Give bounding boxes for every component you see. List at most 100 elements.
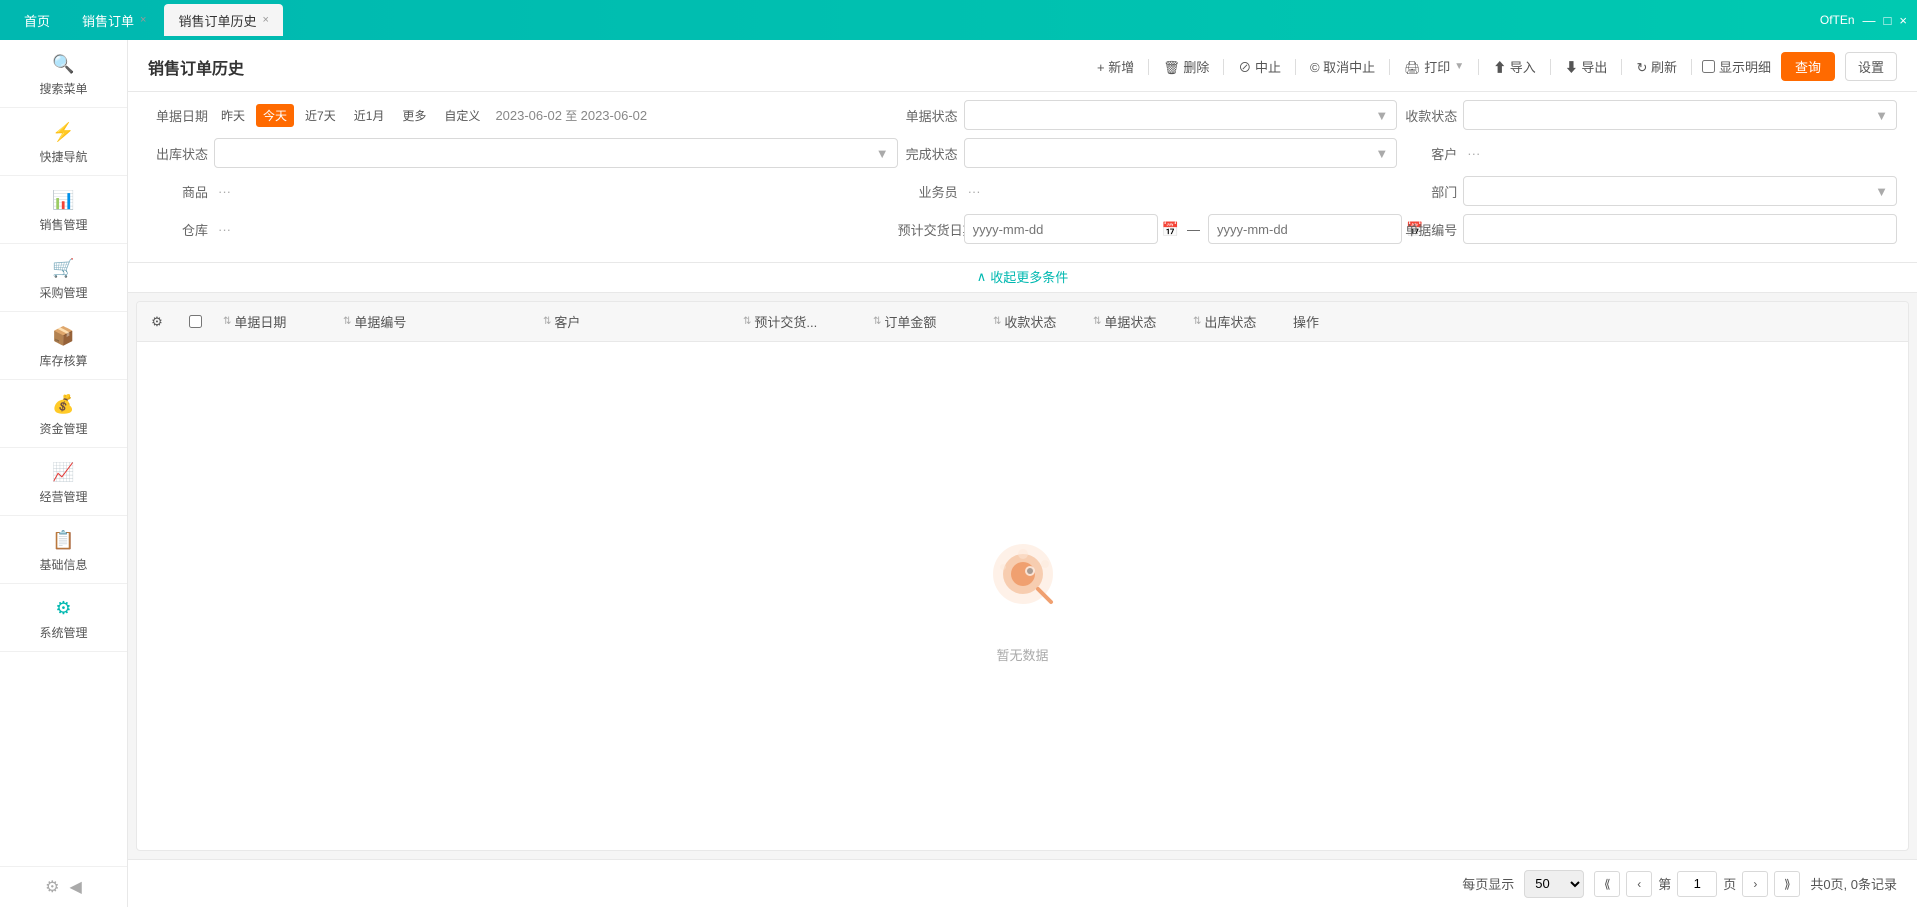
salesperson-label: 业务员 (898, 182, 958, 201)
th-customer[interactable]: ⇅ 客户 (533, 312, 733, 331)
refresh-button[interactable]: ↻ 刷新 (1632, 55, 1681, 78)
sort-icon-amount: ⇅ (873, 316, 881, 327)
sort-icon-orderno: ⇅ (343, 316, 351, 327)
filter-order-status: 单据状态 ▼ (898, 100, 1398, 130)
th-order-no[interactable]: ⇅ 单据编号 (333, 312, 533, 331)
sidebar-item-purchase-mgmt-label: 采购管理 (39, 284, 87, 301)
sort-icon-order: ⇅ (1093, 316, 1101, 327)
sidebar-item-inventory-label: 库存核算 (39, 352, 87, 369)
payment-status-dropdown-icon: ▼ (1875, 108, 1888, 123)
settings-button[interactable]: 设置 (1845, 52, 1897, 81)
order-no-input[interactable] (1463, 214, 1897, 244)
filter-delivery-status: 出库状态 ▼ (148, 138, 898, 168)
customer-dots[interactable]: ··· (1463, 146, 1484, 161)
sidebar-item-quick-nav-label: 快捷导航 (39, 148, 87, 165)
tab-sales-order-label: 销售订单 (82, 11, 134, 30)
date-quick-1month[interactable]: 近1月 (347, 104, 392, 127)
sidebar-expand-icon[interactable]: ◀ (70, 877, 82, 897)
delivery-date-end[interactable] (1208, 214, 1402, 244)
filter-completion-status: 完成状态 ▼ (898, 138, 1398, 168)
topbar-closeall[interactable]: × (1899, 13, 1907, 28)
th-order-status[interactable]: ⇅ 单据状态 (1083, 312, 1183, 331)
collapse-row[interactable]: ∧ 收起更多条件 (128, 263, 1917, 293)
salesperson-dots[interactable]: ··· (964, 184, 985, 199)
date-quick-more[interactable]: 更多 (395, 104, 433, 127)
date-quick-custom[interactable]: 自定义 (437, 104, 487, 127)
th-delivery[interactable]: ⇅ 预计交货... (733, 312, 863, 331)
th-amount[interactable]: ⇅ 订单金额 (863, 312, 983, 331)
sidebar-settings-icon[interactable]: ⚙ (45, 877, 59, 897)
delivery-status-select[interactable]: ▼ (214, 138, 898, 168)
th-checkbox[interactable] (177, 315, 213, 328)
department-select[interactable]: ▼ (1463, 176, 1897, 206)
date-separator: — (1183, 222, 1204, 237)
tab-sales-order-history-close[interactable]: × (262, 14, 268, 26)
export-button[interactable]: ⬇ 导出 (1561, 55, 1612, 78)
th-delivery-status[interactable]: ⇅ 出库状态 (1183, 312, 1283, 331)
tab-home[interactable]: 首页 (10, 4, 64, 36)
payment-status-select[interactable]: ▼ (1463, 100, 1897, 130)
topbar-minimize[interactable]: □ (1884, 13, 1892, 28)
sidebar-item-funds-mgmt-label: 资金管理 (39, 420, 87, 437)
cancel-stop-label: © 取消中止 (1310, 57, 1375, 76)
th-date[interactable]: ⇅ 单据日期 (213, 312, 333, 331)
display-checkbox[interactable] (1702, 60, 1715, 73)
sidebar-item-sys-mgmt[interactable]: ⚙ 系统管理 (0, 584, 127, 652)
table-header: ⚙ ⇅ 单据日期 ⇅ 单据编号 ⇅ 客户 ⇅ (137, 302, 1908, 342)
print-button[interactable]: 🖨 打印 ▼ (1400, 55, 1468, 78)
page-next-btn[interactable]: › (1742, 871, 1768, 897)
import-button[interactable]: ⬆ 导入 (1489, 55, 1540, 78)
tab-home-label: 首页 (24, 11, 50, 30)
page-input[interactable] (1677, 871, 1717, 897)
stop-button[interactable]: ⊘ 中止 (1234, 55, 1285, 78)
inventory-icon: 📦 (52, 326, 74, 347)
sidebar-item-basic-info[interactable]: 📋 基础信息 (0, 516, 127, 584)
page-prev-btn[interactable]: ‹ (1626, 871, 1652, 897)
delete-button[interactable]: 🗑 删除 (1159, 55, 1213, 78)
stop-label: ⊘ 中止 (1238, 57, 1281, 76)
page-last-btn[interactable]: ⟫ (1774, 871, 1800, 897)
empty-illustration (973, 529, 1073, 629)
th-delivery-status-label: 出库状态 (1204, 312, 1256, 331)
date-quick-yesterday[interactable]: 昨天 (214, 104, 252, 127)
completion-status-label: 完成状态 (898, 144, 958, 163)
cancel-stop-button[interactable]: © 取消中止 (1306, 55, 1379, 78)
new-button[interactable]: + 新增 (1093, 55, 1138, 78)
sidebar-item-search-menu[interactable]: 🔍 搜索菜单 (0, 40, 127, 108)
page-size-label: 每页显示 (1462, 874, 1514, 893)
tab-sales-order-history-label: 销售订单历史 (178, 11, 256, 30)
order-status-select[interactable]: ▼ (964, 100, 1398, 130)
sidebar-item-inventory[interactable]: 📦 库存核算 (0, 312, 127, 380)
filter-date: 单据日期 昨天 今天 近7天 近1月 更多 自定义 2023-06-02 至 (148, 104, 898, 127)
sort-icon-delivery-status: ⇅ (1193, 316, 1201, 327)
sidebar-item-sales-mgmt[interactable]: 📊 销售管理 (0, 176, 127, 244)
date-quick-7days[interactable]: 近7天 (298, 104, 343, 127)
topbar-close[interactable]: — (1863, 13, 1876, 28)
print-dropdown-icon[interactable]: ▼ (1454, 61, 1464, 72)
table-area: ⚙ ⇅ 单据日期 ⇅ 单据编号 ⇅ 客户 ⇅ (136, 301, 1909, 851)
date-quick-today[interactable]: 今天 (256, 104, 294, 127)
page-size-select[interactable]: 50 10 20 100 (1524, 870, 1584, 898)
sidebar-item-quick-nav[interactable]: ⚡ 快捷导航 (0, 108, 127, 176)
display-toggle: 显示明细 (1702, 57, 1771, 76)
sidebar-item-sales-mgmt-label: 销售管理 (39, 216, 87, 233)
product-dots[interactable]: ··· (214, 184, 235, 199)
sidebar-item-funds-mgmt[interactable]: 💰 资金管理 (0, 380, 127, 448)
main-layout: 🔍 搜索菜单 ⚡ 快捷导航 📊 销售管理 🛒 采购管理 📦 库存核算 💰 资金管… (0, 40, 1917, 907)
new-label: + 新增 (1097, 57, 1134, 76)
sidebar-item-operations[interactable]: 📈 经营管理 (0, 448, 127, 516)
delivery-date-start[interactable] (964, 214, 1158, 244)
warehouse-dots[interactable]: ··· (214, 222, 235, 237)
query-button[interactable]: 查询 (1781, 52, 1835, 81)
page-first-btn[interactable]: ⟪ (1594, 871, 1620, 897)
th-settings[interactable]: ⚙ (137, 314, 177, 330)
filter-row-2: 出库状态 ▼ 完成状态 ▼ 客户 ··· (148, 138, 1897, 168)
sidebar-item-purchase-mgmt[interactable]: 🛒 采购管理 (0, 244, 127, 312)
tab-sales-order[interactable]: 销售订单 × (68, 4, 160, 36)
date-range-end: 2023-06-02 (581, 108, 648, 123)
select-all-checkbox[interactable] (189, 315, 202, 328)
tab-sales-order-history[interactable]: 销售订单历史 × (164, 4, 282, 36)
tab-sales-order-close[interactable]: × (140, 14, 146, 26)
completion-status-select[interactable]: ▼ (964, 138, 1398, 168)
th-pay-status[interactable]: ⇅ 收款状态 (983, 312, 1083, 331)
